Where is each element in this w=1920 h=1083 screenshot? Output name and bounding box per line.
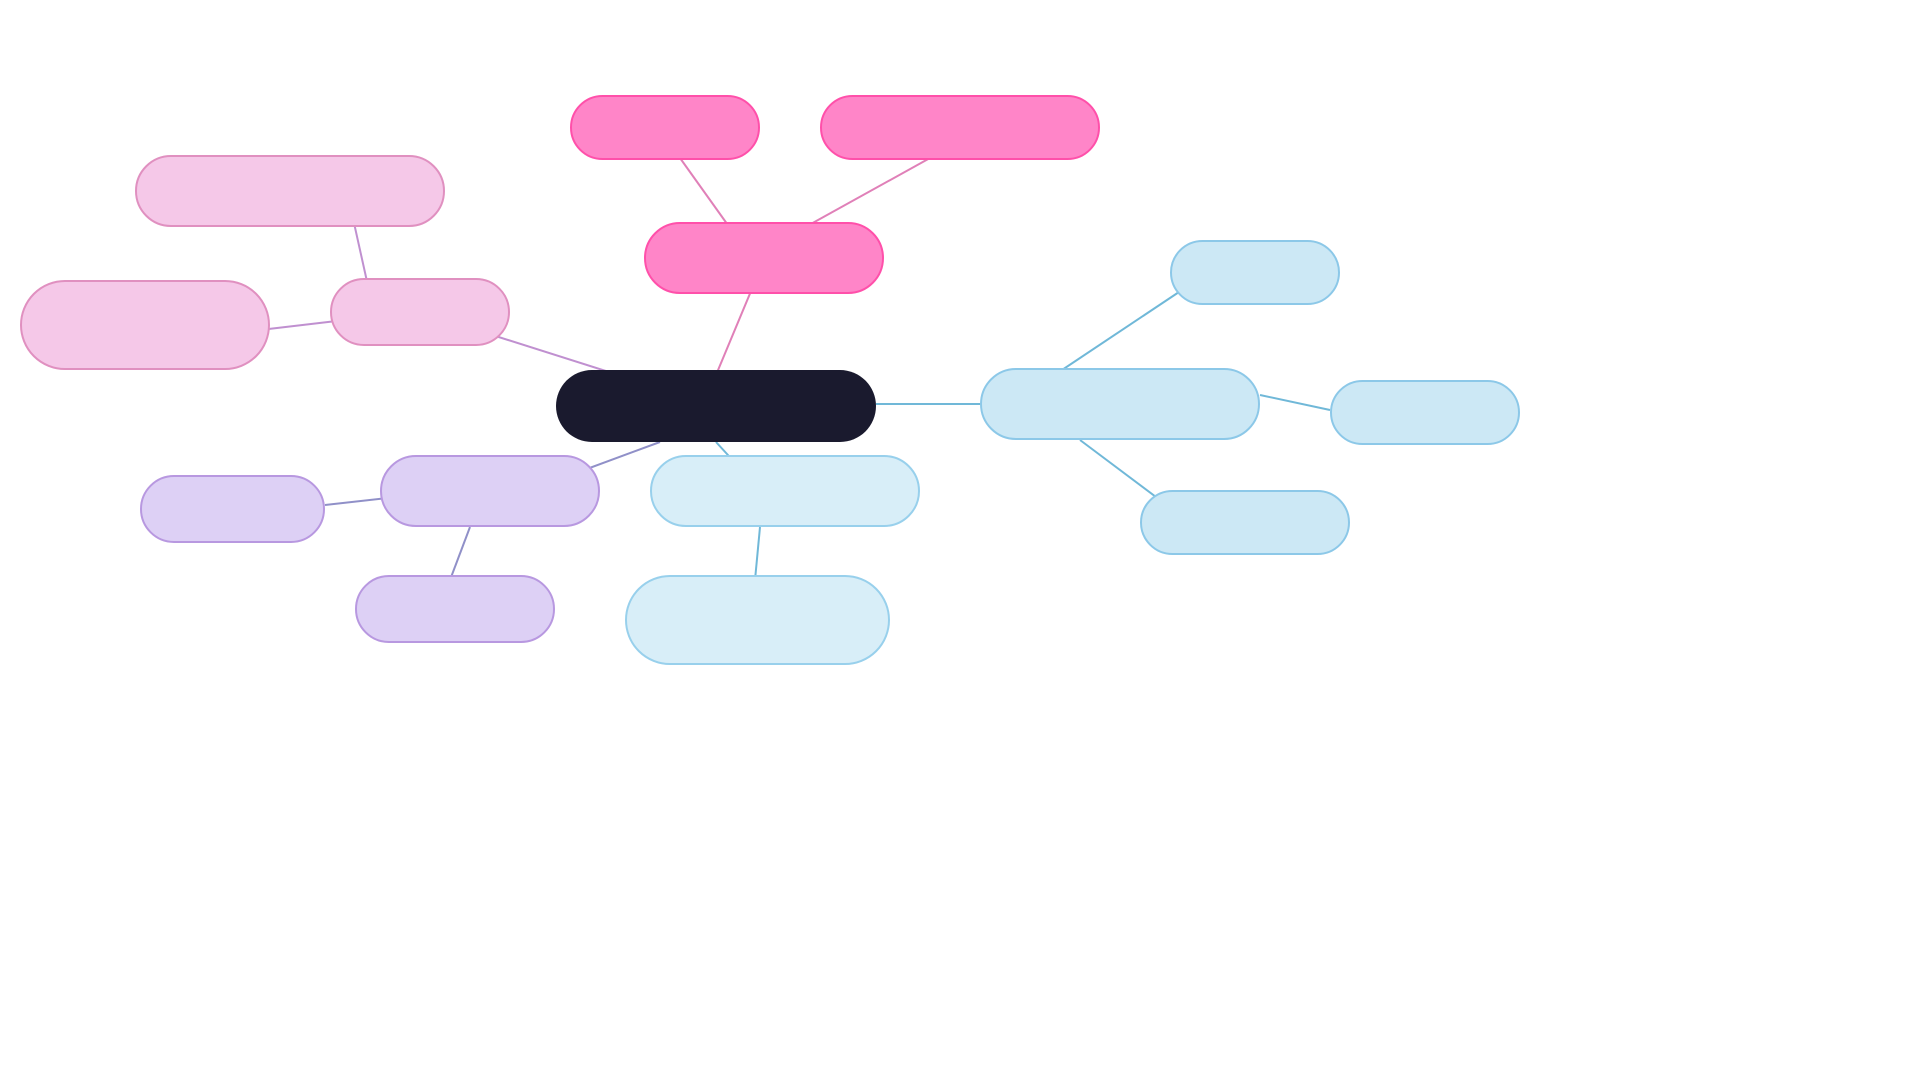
modifications-node[interactable] <box>20 280 270 370</box>
mental-clarity-node[interactable] <box>1140 490 1350 555</box>
strength-node[interactable] <box>1170 240 1340 305</box>
snow-melter-node[interactable] <box>570 95 760 160</box>
positive-body-node[interactable] <box>135 155 445 227</box>
benefits-node[interactable] <box>980 368 1260 440</box>
membership-options-node[interactable] <box>650 455 920 527</box>
practice-styles-node[interactable] <box>380 455 600 527</box>
price-node[interactable] <box>625 575 890 665</box>
vinyasa-flow-node[interactable] <box>355 575 555 643</box>
soulful-hour-node[interactable] <box>820 95 1100 160</box>
inclusivity-node[interactable] <box>330 278 510 346</box>
center-node[interactable] <box>556 370 876 442</box>
flexibility-node[interactable] <box>1330 380 1520 445</box>
other-styles-node[interactable] <box>140 475 325 543</box>
community-events-node[interactable] <box>644 222 884 294</box>
